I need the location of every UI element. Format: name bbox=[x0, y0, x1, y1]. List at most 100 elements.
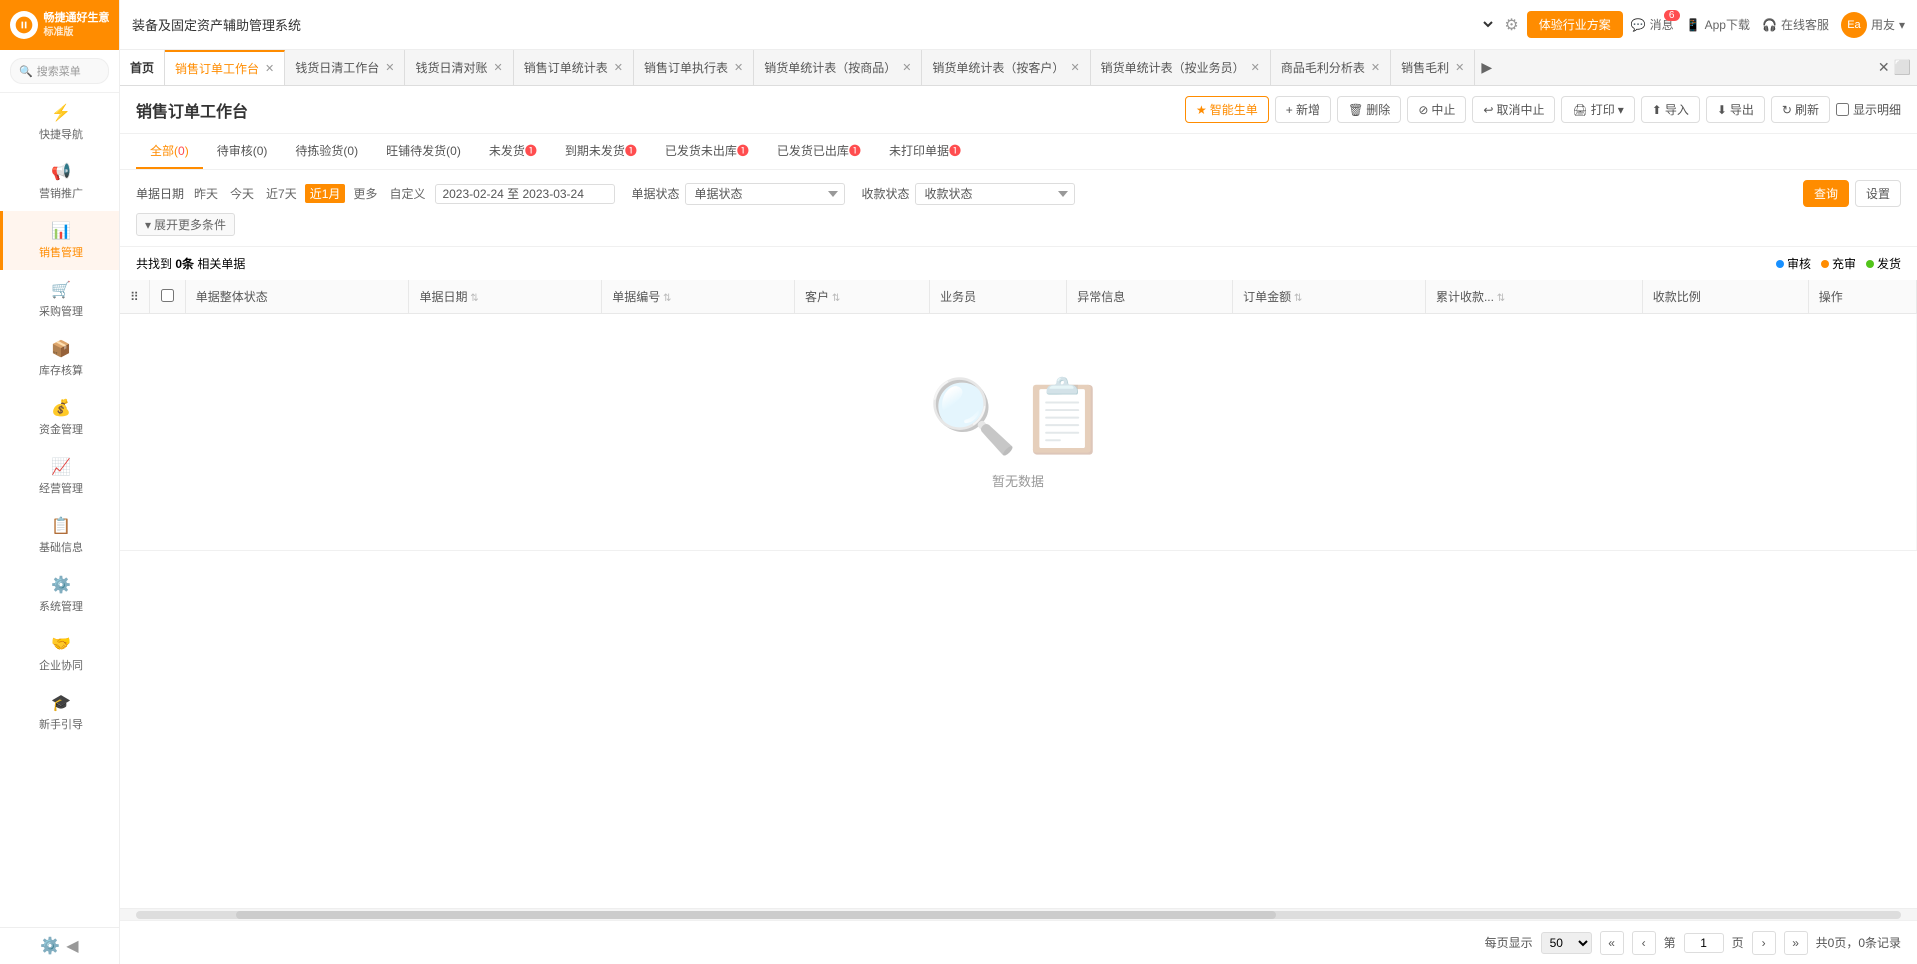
online-service-button[interactable]: 🎧 在线客服 bbox=[1762, 16, 1829, 33]
th-number[interactable]: 单据编号 bbox=[602, 280, 795, 314]
next-page-button[interactable]: › bbox=[1752, 931, 1776, 955]
stop-button[interactable]: ⊘ 中止 bbox=[1407, 96, 1466, 123]
sidebar-item-inventory[interactable]: 📦 库存核算 bbox=[0, 329, 119, 388]
tab-cash-daily[interactable]: 钱货日清工作台 ✕ bbox=[285, 50, 405, 85]
status-filter: 单据状态 单据状态 bbox=[631, 183, 845, 205]
th-date[interactable]: 单据日期 bbox=[409, 280, 602, 314]
show-detail-toggle[interactable]: 显示明细 bbox=[1836, 101, 1901, 118]
subtab-unprinted[interactable]: 未打印单据❶ bbox=[875, 134, 975, 169]
import-button[interactable]: ⬆ 导入 bbox=[1641, 96, 1700, 123]
sidebar-item-enterprise[interactable]: 🤝 企业协同 bbox=[0, 624, 119, 683]
th-customer[interactable]: 客户 bbox=[795, 280, 930, 314]
collapse-icon[interactable]: ◀ bbox=[66, 936, 78, 956]
sidebar-item-basic[interactable]: 📋 基础信息 bbox=[0, 506, 119, 565]
sidebar-item-finance[interactable]: 💰 资金管理 bbox=[0, 388, 119, 447]
sidebar-item-quicknav[interactable]: ⚡ 快捷导航 bbox=[0, 93, 119, 152]
select-all-checkbox[interactable] bbox=[161, 289, 174, 302]
close-tab-icon[interactable]: ✕ bbox=[1070, 61, 1079, 74]
table-area: ⠿ 单据整体状态 单据日期 单据编号 客户 业务员 异常信息 订单金额 累计收款… bbox=[120, 280, 1917, 908]
subtab-shipped-out[interactable]: 已发货已出库❶ bbox=[763, 134, 875, 169]
revoke-action[interactable]: 充审 bbox=[1821, 255, 1856, 272]
sidebar-item-marketing[interactable]: 📢 营销推广 bbox=[0, 152, 119, 211]
subtab-shipped-not-out[interactable]: 已发货未出库❶ bbox=[651, 134, 763, 169]
sales-icon: 📊 bbox=[51, 221, 71, 241]
close-tab-icon[interactable]: ✕ bbox=[1251, 61, 1260, 74]
app-download-button[interactable]: 📱 App下载 bbox=[1686, 16, 1750, 33]
close-tab-icon[interactable]: ✕ bbox=[1371, 61, 1380, 74]
sidebar-item-guide[interactable]: 🎓 新手引导 bbox=[0, 683, 119, 742]
close-tab-icon[interactable]: ✕ bbox=[385, 61, 394, 74]
smart-generate-button[interactable]: ★ 智能生单 bbox=[1185, 96, 1269, 123]
new-button[interactable]: + 新增 bbox=[1275, 96, 1331, 123]
ship-action[interactable]: 发货 bbox=[1866, 255, 1901, 272]
tab-sales-stat-customer[interactable]: 销货单统计表（按客户） ✕ bbox=[922, 50, 1090, 85]
expand-filter-button[interactable]: ▾ 展开更多条件 bbox=[136, 213, 235, 236]
horizontal-scrollbar[interactable] bbox=[120, 908, 1917, 920]
date-link-today[interactable]: 今天 bbox=[226, 184, 258, 203]
tab-sales-stat-product[interactable]: 销货单统计表（按商品） ✕ bbox=[754, 50, 922, 85]
tab-sales-profit[interactable]: 销售毛利 ✕ bbox=[1391, 50, 1475, 85]
industry-plan-button[interactable]: 体验行业方案 bbox=[1527, 11, 1623, 38]
subtab-pending-check[interactable]: 待拣验货(0) bbox=[281, 134, 372, 169]
print-button[interactable]: 🖨 打印 ▾ bbox=[1561, 96, 1634, 123]
system-selector[interactable] bbox=[1476, 16, 1496, 33]
sidebar-item-purchase[interactable]: 🛒 采购管理 bbox=[0, 270, 119, 329]
date-link-more[interactable]: 更多 bbox=[349, 184, 381, 203]
tab-sales-order-workspace[interactable]: 销售订单工作台 ✕ bbox=[165, 50, 285, 85]
close-tab-icon[interactable]: ✕ bbox=[494, 61, 503, 74]
delete-button[interactable]: 🗑 删除 bbox=[1337, 96, 1401, 123]
close-tab-icon[interactable]: ✕ bbox=[614, 61, 623, 74]
date-link-last7[interactable]: 近7天 bbox=[262, 184, 301, 203]
close-tab-icon[interactable]: ✕ bbox=[902, 61, 911, 74]
topbar-gear-icon[interactable]: ⚙ bbox=[1504, 15, 1518, 35]
last-page-button[interactable]: » bbox=[1784, 931, 1808, 955]
subtab-wangpu-ship[interactable]: 旺铺待发货(0) bbox=[372, 134, 475, 169]
search-menu-button[interactable]: 🔍 搜索菜单 bbox=[10, 58, 109, 84]
close-tab-icon[interactable]: ✕ bbox=[1455, 61, 1464, 74]
tab-cash-reconcile[interactable]: 钱货日清对账 ✕ bbox=[405, 50, 513, 85]
settings-icon[interactable]: ⚙️ bbox=[40, 936, 60, 956]
message-button[interactable]: 💬 消息 6 bbox=[1631, 16, 1674, 33]
subtab-unshipped[interactable]: 未发货❶ bbox=[475, 134, 551, 169]
show-detail-checkbox[interactable] bbox=[1836, 103, 1849, 116]
tab-sales-stat-staff[interactable]: 销货单统计表（按业务员） ✕ bbox=[1091, 50, 1271, 85]
page-input[interactable] bbox=[1684, 933, 1724, 953]
per-page-select[interactable]: 10 20 50 100 bbox=[1541, 932, 1592, 954]
system-icon: ⚙️ bbox=[51, 575, 71, 595]
tab-sales-stat[interactable]: 销售订单统计表 ✕ bbox=[514, 50, 634, 85]
subtab-pending-review[interactable]: 待审核(0) bbox=[203, 134, 282, 169]
tab-close-all-icon[interactable]: ✕ bbox=[1878, 59, 1890, 76]
status-select[interactable]: 单据状态 bbox=[685, 183, 845, 205]
tab-maximize-icon[interactable]: ⬜ bbox=[1894, 59, 1911, 76]
close-tab-icon[interactable]: ✕ bbox=[265, 62, 274, 75]
date-link-last1m[interactable]: 近1月 bbox=[305, 184, 346, 203]
pagination: 每页显示 10 20 50 100 « ‹ 第 页 › » 共0页，0条记录 bbox=[120, 920, 1917, 964]
tab-margin-analysis[interactable]: 商品毛利分析表 ✕ bbox=[1271, 50, 1391, 85]
sidebar-item-sales[interactable]: 📊 销售管理 bbox=[0, 211, 119, 270]
sidebar-item-operation[interactable]: 📈 经营管理 bbox=[0, 447, 119, 506]
th-amount[interactable]: 订单金额 bbox=[1233, 280, 1426, 314]
subtab-expired-unshipped[interactable]: 到期未发货❶ bbox=[551, 134, 651, 169]
scrollbar-thumb[interactable] bbox=[236, 911, 1276, 919]
payment-select[interactable]: 收款状态 bbox=[915, 183, 1075, 205]
tab-sales-exec[interactable]: 销售订单执行表 ✕ bbox=[634, 50, 754, 85]
sidebar-item-system[interactable]: ⚙️ 系统管理 bbox=[0, 565, 119, 624]
sub-tabs: 全部(0) 待审核(0) 待拣验货(0) 旺铺待发货(0) 未发货❶ 到期未发货… bbox=[120, 134, 1917, 170]
th-collected[interactable]: 累计收款... bbox=[1425, 280, 1642, 314]
user-menu[interactable]: Ea 用友 ▾ bbox=[1841, 12, 1905, 38]
date-link-yesterday[interactable]: 昨天 bbox=[190, 184, 222, 203]
refresh-button[interactable]: ↻ 刷新 bbox=[1771, 96, 1830, 123]
date-range-input[interactable] bbox=[435, 184, 615, 204]
tab-home[interactable]: 首页 bbox=[120, 50, 165, 85]
cancel-stop-button[interactable]: ↩ 取消中止 bbox=[1472, 96, 1555, 123]
set-button[interactable]: 设置 bbox=[1855, 180, 1901, 207]
prev-page-button[interactable]: ‹ bbox=[1632, 931, 1656, 955]
first-page-button[interactable]: « bbox=[1600, 931, 1624, 955]
review-action[interactable]: 审核 bbox=[1776, 255, 1811, 272]
export-button[interactable]: ⬇ 导出 bbox=[1706, 96, 1765, 123]
query-button[interactable]: 查询 bbox=[1803, 180, 1849, 207]
tab-overflow-button[interactable]: ▶ bbox=[1475, 50, 1498, 85]
date-link-custom[interactable]: 自定义 bbox=[385, 184, 429, 203]
close-tab-icon[interactable]: ✕ bbox=[734, 61, 743, 74]
subtab-all[interactable]: 全部(0) bbox=[136, 134, 203, 169]
